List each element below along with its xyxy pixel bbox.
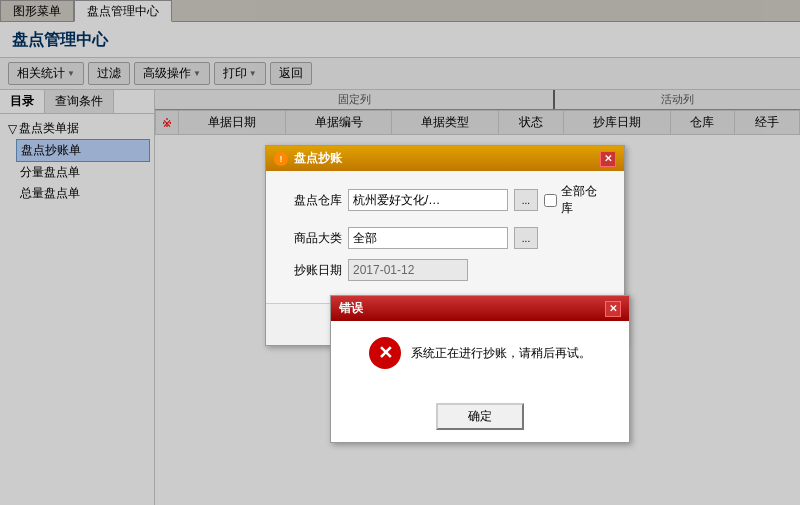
error-dialog-footer: 确定 [331, 397, 629, 442]
all-warehouse-label: 全部仓库 [561, 183, 608, 217]
dialog-icon: ! [274, 152, 288, 166]
form-row-date: 抄账日期 [282, 259, 608, 281]
error-dialog-title: 错误 [339, 300, 363, 317]
date-label: 抄账日期 [282, 262, 342, 279]
category-input[interactable] [348, 227, 508, 249]
error-message: 系统正在进行抄账，请稍后再试。 [411, 345, 591, 362]
error-icon: ✕ [369, 337, 401, 369]
category-dots-button[interactable]: ... [514, 227, 538, 249]
error-dialog: 错误 ✕ ✕ 系统正在进行抄账，请稍后再试。 确定 [330, 295, 630, 443]
all-warehouse-checkbox[interactable] [544, 194, 557, 207]
category-label: 商品大类 [282, 230, 342, 247]
error-dialog-title-bar: 错误 ✕ [331, 296, 629, 321]
main-dialog-content: 盘点仓库 ... 全部仓库 商品大类 ... 抄账日期 [266, 171, 624, 303]
form-row-category: 商品大类 ... [282, 227, 608, 249]
main-dialog-title: 盘点抄账 [294, 150, 342, 167]
error-ok-button[interactable]: 确定 [436, 403, 524, 430]
warehouse-label: 盘点仓库 [282, 192, 342, 209]
error-dialog-close-button[interactable]: ✕ [605, 301, 621, 317]
main-dialog-close-button[interactable]: ✕ [600, 151, 616, 167]
error-row: ✕ 系统正在进行抄账，请稍后再试。 [369, 337, 591, 369]
error-dialog-content: ✕ 系统正在进行抄账，请稍后再试。 [331, 321, 629, 397]
form-row-warehouse: 盘点仓库 ... 全部仓库 [282, 183, 608, 217]
main-dialog-title-bar: ! 盘点抄账 ✕ [266, 146, 624, 171]
warehouse-input[interactable] [348, 189, 508, 211]
warehouse-checkbox-area: 全部仓库 [544, 183, 608, 217]
date-input [348, 259, 468, 281]
warehouse-dots-button[interactable]: ... [514, 189, 538, 211]
